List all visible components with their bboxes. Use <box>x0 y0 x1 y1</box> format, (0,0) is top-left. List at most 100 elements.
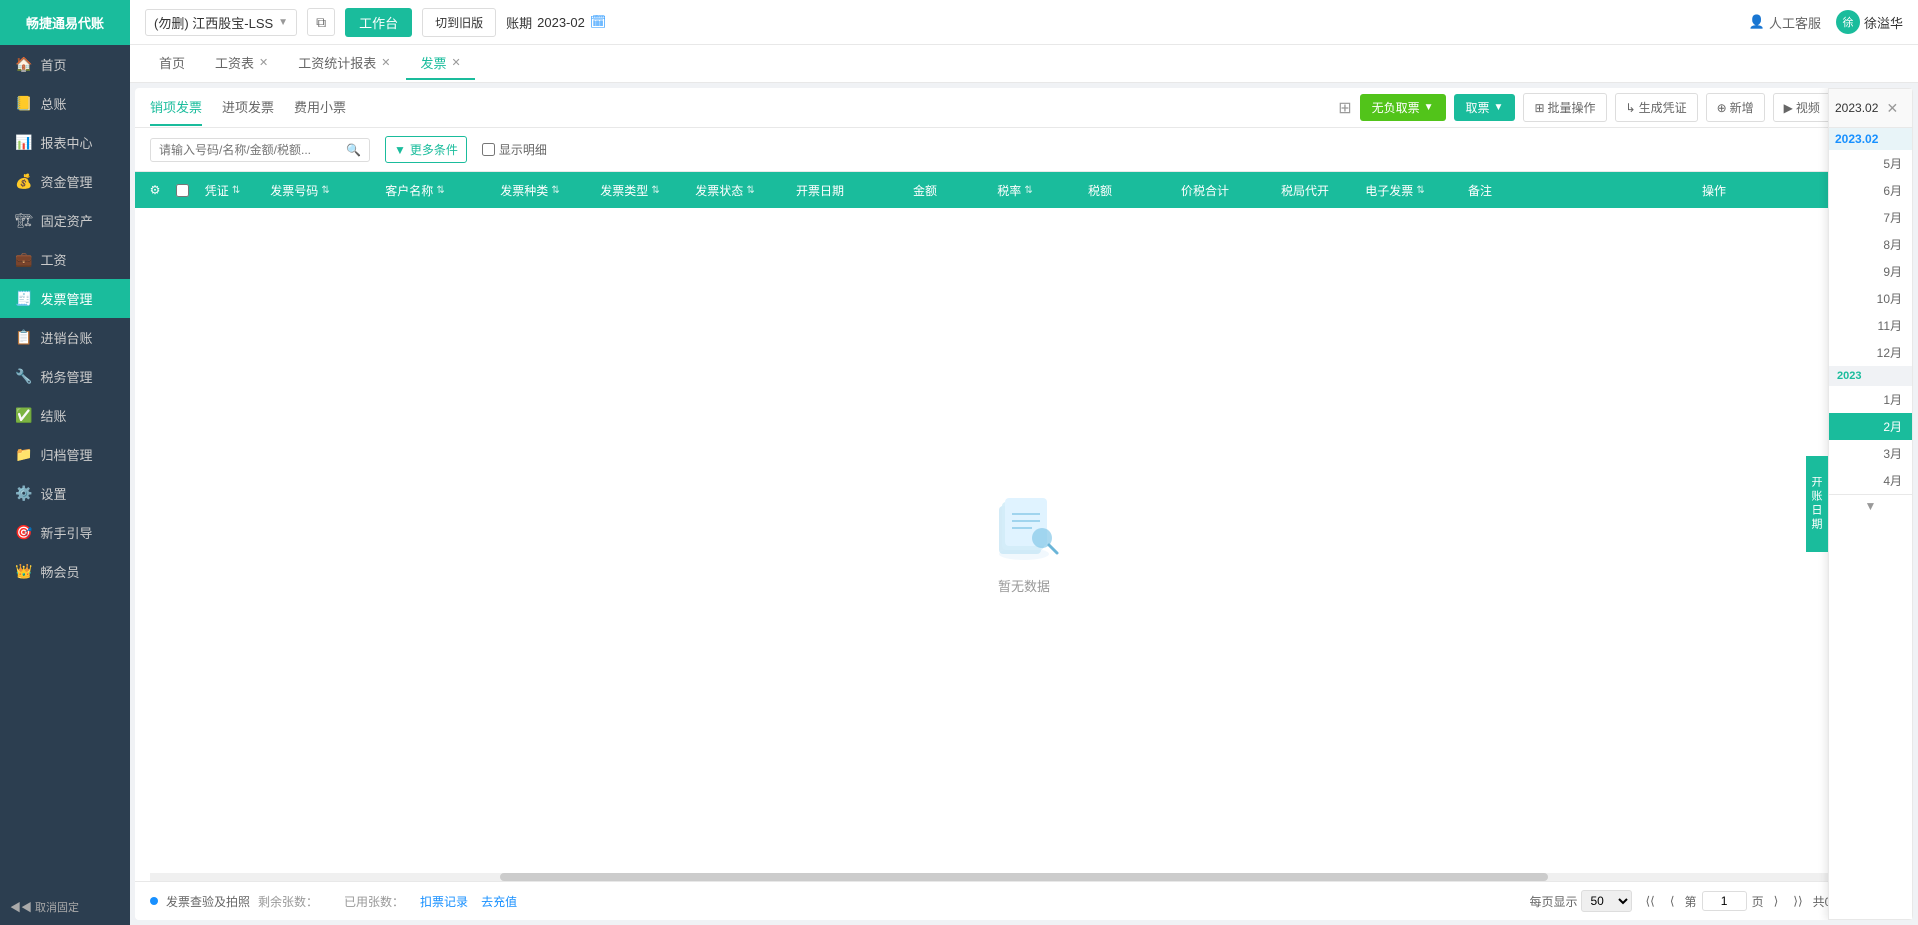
customer-service-btn[interactable]: 👤 人工客服 <box>1749 13 1821 32</box>
tab-invoice[interactable]: 发票 ✕ <box>406 47 474 80</box>
guide-icon: 🎯 <box>15 524 32 541</box>
scroll-down-icon[interactable]: ▼ <box>1865 499 1877 513</box>
sidebar-item-reports[interactable]: 📊 报表中心 <box>0 123 130 162</box>
grid-view-icon[interactable]: ⊞ <box>1338 98 1351 118</box>
tab-home-label: 首页 <box>159 53 185 72</box>
col-e-invoice: 电子发票 ⇅ <box>1350 182 1440 199</box>
tab-salary-report-close[interactable]: ✕ <box>381 56 390 69</box>
voucher-sort-icon[interactable]: ⇅ <box>232 185 240 196</box>
select-all-checkbox[interactable] <box>176 184 189 197</box>
date-item-6[interactable]: 6月 <box>1829 177 1912 204</box>
date-item-10[interactable]: 10月 <box>1829 285 1912 312</box>
sub-tab-receipt-label: 费用小票 <box>294 100 346 115</box>
col-settings[interactable]: ⚙ <box>140 183 170 197</box>
take-ticket-btn[interactable]: 取票 ▼ <box>1454 94 1516 121</box>
search-input[interactable] <box>159 143 341 157</box>
sidebar-item-home[interactable]: 🏠 首页 <box>0 45 130 84</box>
sidebar-item-member[interactable]: 👑 畅会员 <box>0 552 130 591</box>
video-btn-label: 视频 <box>1796 99 1820 116</box>
date-item-12[interactable]: 12月 <box>1829 339 1912 366</box>
date-panel-close-btn[interactable]: ✕ <box>1878 94 1906 122</box>
filter-btn-label: 更多条件 <box>410 141 458 158</box>
open-date-button[interactable]: 开账日期 <box>1806 456 1828 552</box>
sub-tab-purchase[interactable]: 进项发票 <box>222 89 274 126</box>
tab-salary[interactable]: 工资表 ✕ <box>201 47 282 80</box>
sidebar-item-ledger[interactable]: 📒 总账 <box>0 84 130 123</box>
recharge-link[interactable]: 去充值 <box>481 893 517 910</box>
page-size-selector[interactable]: 每页显示 50 100 200 <box>1529 890 1632 912</box>
date-item-2023-2[interactable]: 2月 <box>1829 413 1912 440</box>
sub-tab-receipt[interactable]: 费用小票 <box>294 89 346 126</box>
search-icon: 🔍 <box>346 143 361 157</box>
sidebar-bottom-label: ◀◀ 取消固定 <box>10 899 79 915</box>
date-item-11[interactable]: 11月 <box>1829 312 1912 339</box>
detail-checkbox[interactable] <box>482 143 495 156</box>
sales-ledger-icon: 📋 <box>15 329 32 346</box>
sidebar-item-label: 设置 <box>40 484 66 503</box>
sub-tab-sales[interactable]: 销项发票 <box>150 89 202 126</box>
tab-salary-report[interactable]: 工资统计报表 ✕ <box>284 47 404 80</box>
date-item-7[interactable]: 7月 <box>1829 204 1912 231</box>
tax-rate-sort-icon[interactable]: ⇅ <box>1024 185 1032 196</box>
sidebar-item-archive[interactable]: 📁 归档管理 <box>0 435 130 474</box>
company-name: (勿删) 江西股宝-LSS <box>154 13 273 32</box>
invoice-category-sort-icon[interactable]: ⇅ <box>651 185 659 196</box>
scrollbar-thumb[interactable] <box>500 873 1549 881</box>
sidebar-item-funds[interactable]: 💰 资金管理 <box>0 162 130 201</box>
video-btn[interactable]: ▶ 视频 <box>1773 93 1831 122</box>
gen-voucher-btn[interactable]: ↳ 生成凭证 <box>1615 93 1698 122</box>
grid-body: 暂无数据 <box>135 208 1913 873</box>
sidebar-item-guide[interactable]: 🎯 新手引导 <box>0 513 130 552</box>
take-btn-label: 取票 <box>1466 99 1490 116</box>
invoice-no-sort-icon[interactable]: ⇅ <box>321 185 329 196</box>
batch-op-btn[interactable]: ⊞ 批量操作 <box>1523 93 1606 122</box>
search-bar: 🔍 ▼ 更多条件 显示明细 <box>135 128 1913 172</box>
date-item-2023-4[interactable]: 4月 <box>1829 467 1912 494</box>
sidebar-item-invoice[interactable]: 🧾 发票管理 <box>0 279 130 318</box>
sidebar-item-close-account[interactable]: ✅ 结账 <box>0 396 130 435</box>
customer-sort-icon[interactable]: ⇅ <box>436 185 444 196</box>
settings-icon: ⚙️ <box>15 485 32 502</box>
date-item-2023-3[interactable]: 3月 <box>1829 440 1912 467</box>
no-cancel-ticket-btn[interactable]: 无负取票 ▼ <box>1360 94 1446 121</box>
last-page-btn[interactable]: ⟩⟩ <box>1788 892 1807 910</box>
page-number-input[interactable] <box>1702 891 1747 911</box>
date-item-5[interactable]: 5月 <box>1829 150 1912 177</box>
copy-company-btn[interactable]: ⧉ <box>307 8 335 36</box>
date-item-9[interactable]: 9月 <box>1829 258 1912 285</box>
verify-dot <box>150 897 158 905</box>
invoice-type-sort-icon[interactable]: ⇅ <box>551 185 559 196</box>
per-page-select[interactable]: 50 100 200 <box>1581 890 1632 912</box>
more-filter-btn[interactable]: ▼ 更多条件 <box>385 136 467 163</box>
sidebar-item-tax[interactable]: 🔧 税务管理 <box>0 357 130 396</box>
sidebar-collapse-btn[interactable]: ◀◀ 取消固定 <box>0 889 130 925</box>
prev-page-btn[interactable]: ⟨ <box>1665 892 1680 910</box>
video-icon: ▶ <box>1784 101 1793 115</box>
col-checkbox[interactable] <box>170 184 195 197</box>
search-box[interactable]: 🔍 <box>150 138 370 162</box>
horizontal-scrollbar[interactable] <box>150 873 1898 881</box>
sidebar-item-assets[interactable]: 🏗 固定资产 <box>0 201 130 240</box>
switch-version-button[interactable]: 切到旧版 <box>422 8 496 37</box>
sidebar-item-salary[interactable]: 💼 工资 <box>0 240 130 279</box>
tab-salary-close[interactable]: ✕ <box>259 56 268 69</box>
sidebar-item-sales-ledger[interactable]: 📋 进销台账 <box>0 318 130 357</box>
display-detail-checkbox[interactable]: 显示明细 <box>482 141 547 158</box>
workspace-button[interactable]: 工作台 <box>345 8 412 37</box>
status-sort-icon[interactable]: ⇅ <box>746 185 754 196</box>
user-profile-btn[interactable]: 徐 徐溢华 <box>1836 10 1903 34</box>
sub-tab-purchase-label: 进项发票 <box>222 100 274 115</box>
date-item-2023-1[interactable]: 1月 <box>1829 386 1912 413</box>
tab-invoice-close[interactable]: ✕ <box>452 56 461 69</box>
date-item-8[interactable]: 8月 <box>1829 231 1912 258</box>
first-page-btn[interactable]: ⟨⟨ <box>1640 892 1659 910</box>
e-invoice-sort-icon[interactable]: ⇅ <box>1416 185 1424 196</box>
date-panel-header2: 2023.02 <box>1835 132 1878 146</box>
new-invoice-btn[interactable]: ⊕ 新增 <box>1706 93 1765 122</box>
next-page-btn[interactable]: ⟩ <box>1769 892 1784 910</box>
tab-home[interactable]: 首页 <box>145 47 199 80</box>
date-panel-expand-btn[interactable]: ⤢ <box>1908 94 1913 122</box>
sidebar-item-settings[interactable]: ⚙️ 设置 <box>0 474 130 513</box>
invoice-log-link[interactable]: 扣票记录 <box>420 893 468 910</box>
company-selector[interactable]: (勿删) 江西股宝-LSS ▼ <box>145 9 297 36</box>
